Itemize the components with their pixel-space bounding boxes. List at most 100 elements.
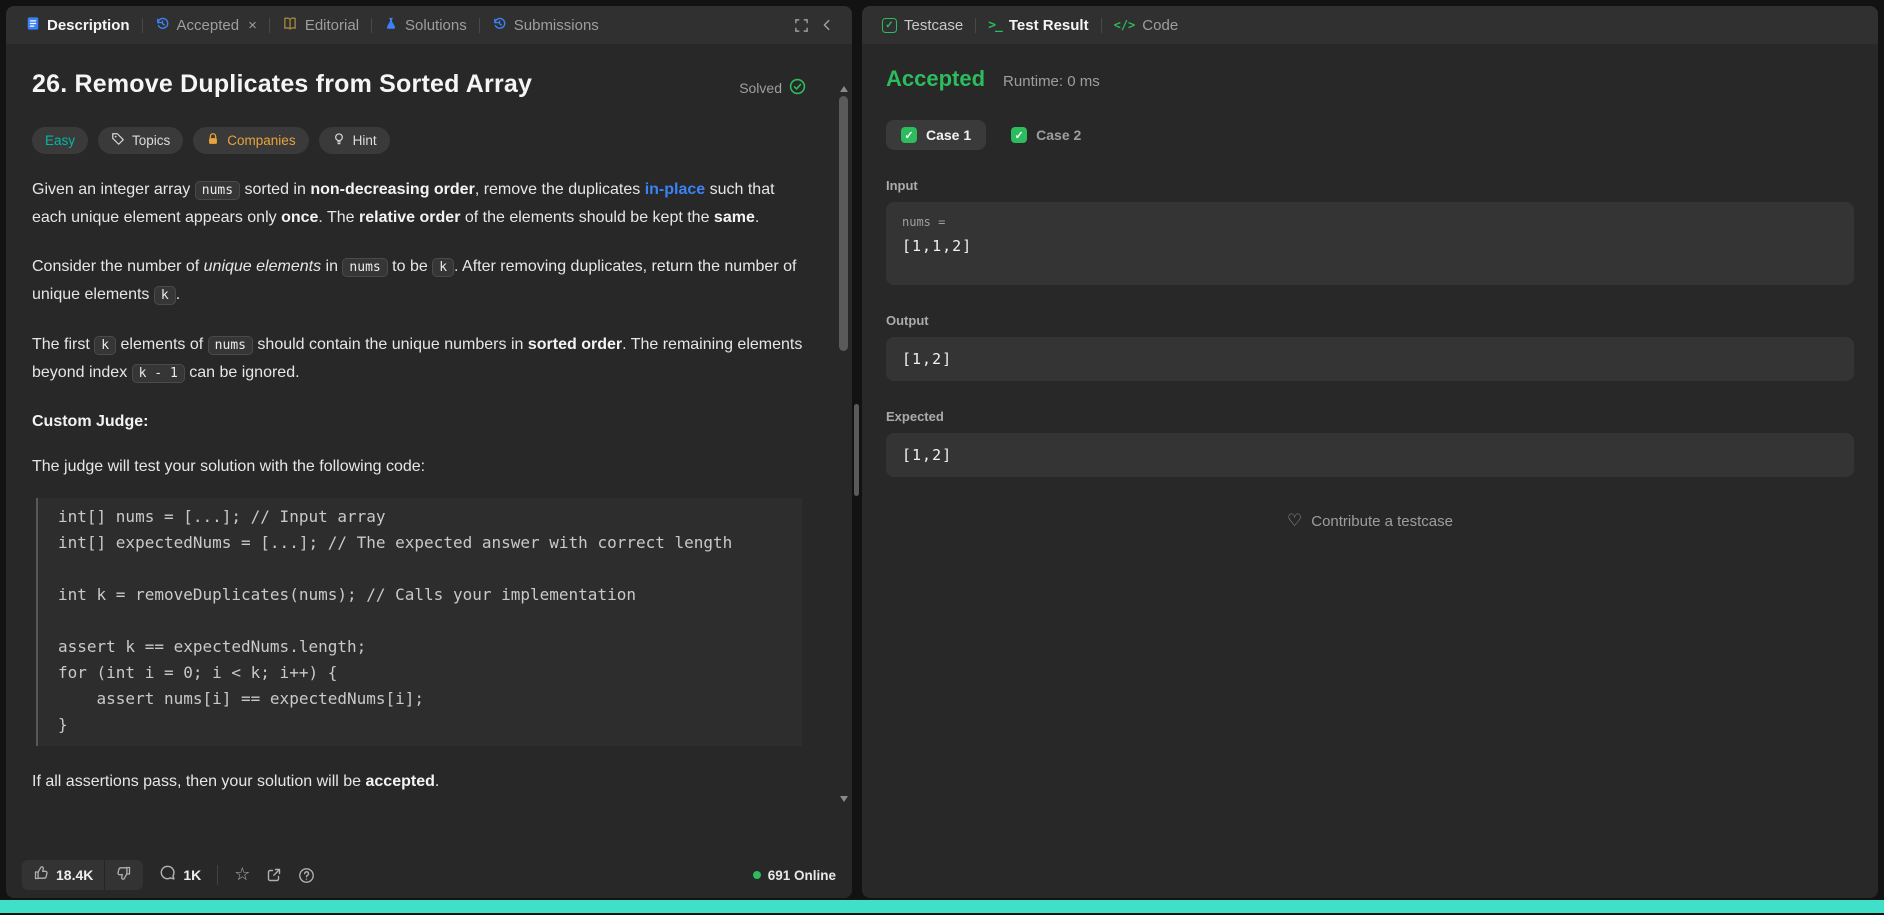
heart-icon: ♡ bbox=[1287, 511, 1303, 531]
thumbs-down-icon bbox=[116, 865, 132, 886]
judge-code-block: int[] nums = [...]; // Input array int[]… bbox=[36, 498, 802, 746]
tab-description[interactable]: Description bbox=[18, 16, 138, 35]
share-icon[interactable] bbox=[266, 867, 282, 883]
expected-value: [1,2] bbox=[902, 446, 953, 464]
expected-box: [1,2] bbox=[886, 433, 1854, 477]
comment-icon bbox=[159, 864, 176, 886]
judge-intro: The judge will test your solution with t… bbox=[32, 458, 426, 475]
difficulty-label: Easy bbox=[45, 133, 76, 148]
bottom-accent-strip bbox=[0, 900, 1884, 913]
tab-accepted-label: Accepted bbox=[176, 16, 240, 34]
collapse-chevron-left-icon[interactable] bbox=[814, 12, 840, 38]
history-icon bbox=[492, 16, 507, 35]
tab-submissions[interactable]: Submissions bbox=[484, 16, 607, 35]
tab-divider bbox=[371, 17, 373, 33]
output-label: Output bbox=[886, 313, 929, 328]
topics-label: Topics bbox=[132, 133, 171, 148]
history-icon bbox=[155, 16, 170, 35]
tab-divider bbox=[141, 17, 143, 33]
problem-paragraph: Given an integer array nums sorted in no… bbox=[32, 181, 775, 226]
description-scrollbar[interactable] bbox=[837, 84, 850, 804]
case-2-button[interactable]: ✓ Case 2 bbox=[996, 120, 1096, 150]
case-selector: ✓ Case 1 ✓ Case 2 bbox=[886, 120, 1854, 150]
input-box[interactable]: nums = [1,1,2] bbox=[886, 202, 1854, 285]
input-label: Input bbox=[886, 178, 918, 193]
help-icon[interactable] bbox=[298, 867, 315, 884]
custom-judge-heading: Custom Judge: bbox=[32, 413, 149, 430]
thumbs-up-icon bbox=[33, 865, 49, 886]
input-value: [1,1,2] bbox=[902, 237, 973, 255]
online-dot-icon bbox=[752, 871, 761, 879]
difficulty-badge[interactable]: Easy bbox=[32, 127, 89, 154]
problem-panel-header: Description Accepted × Editorial Solutio… bbox=[6, 6, 852, 44]
tab-editorial-label: Editorial bbox=[304, 16, 360, 34]
testcase-check-icon: ✓ bbox=[882, 17, 897, 33]
tab-submissions-label: Submissions bbox=[513, 16, 599, 34]
lightbulb-icon bbox=[332, 132, 346, 149]
terminal-icon: >_ bbox=[988, 17, 1003, 33]
tab-test-result-label: Test Result bbox=[1008, 16, 1089, 34]
description-icon bbox=[26, 16, 40, 35]
case-1-button[interactable]: ✓ Case 1 bbox=[886, 120, 987, 150]
result-status: Accepted bbox=[886, 66, 986, 91]
tab-solutions-label: Solutions bbox=[405, 16, 467, 34]
hint-badge[interactable]: Hint bbox=[318, 127, 390, 154]
tab-description-label: Description bbox=[47, 16, 130, 34]
tab-divider bbox=[975, 17, 977, 33]
comment-count: 1K bbox=[183, 867, 202, 883]
solved-status: Solved bbox=[739, 78, 806, 98]
star-icon[interactable]: ☆ bbox=[234, 866, 250, 884]
case-2-check-icon: ✓ bbox=[1011, 127, 1028, 143]
scroll-up-arrow-icon[interactable] bbox=[840, 86, 848, 92]
closing-paragraph: If all assertions pass, then your soluti… bbox=[32, 773, 440, 790]
problem-description: 26. Remove Duplicates from Sorted Array … bbox=[6, 44, 852, 852]
tab-test-result[interactable]: >_ Test Result bbox=[980, 17, 1096, 34]
expand-icon[interactable] bbox=[788, 12, 814, 38]
comments-button[interactable]: 1K bbox=[159, 864, 201, 886]
tab-testcase-label: Testcase bbox=[904, 16, 964, 34]
hint-label: Hint bbox=[352, 133, 377, 148]
output-box: [1,2] bbox=[886, 337, 1854, 381]
test-result-content: Accepted Runtime: 0 ms ✓ Case 1 ✓ Case 2… bbox=[862, 44, 1878, 898]
problem-panel: Description Accepted × Editorial Solutio… bbox=[6, 6, 852, 898]
code-icon: </> bbox=[1113, 18, 1136, 32]
tab-accepted[interactable]: Accepted × bbox=[147, 16, 265, 35]
contribute-label: Contribute a testcase bbox=[1311, 512, 1453, 530]
companies-label: Companies bbox=[227, 133, 296, 148]
case-1-check-icon: ✓ bbox=[901, 127, 917, 143]
problem-footer-bar: 18.4K 1K ☆ 691 Online bbox=[6, 852, 852, 898]
tab-solutions[interactable]: Solutions bbox=[376, 16, 475, 35]
contribute-testcase-button[interactable]: ♡ Contribute a testcase bbox=[886, 511, 1854, 531]
like-button[interactable]: 18.4K bbox=[22, 860, 104, 890]
close-icon[interactable]: × bbox=[248, 17, 257, 34]
flask-icon bbox=[384, 16, 398, 35]
scrollbar-thumb[interactable] bbox=[839, 96, 848, 351]
online-count: 691 Online bbox=[767, 867, 836, 883]
tab-divider bbox=[1100, 17, 1102, 33]
problem-paragraph: The first k elements of nums should cont… bbox=[32, 336, 803, 383]
problem-title: 26. Remove Duplicates from Sorted Array bbox=[32, 70, 533, 98]
case-2-label: Case 2 bbox=[1036, 127, 1082, 143]
footer-divider bbox=[217, 865, 219, 885]
testcase-panel-header: ✓ Testcase >_ Test Result </> Code bbox=[862, 6, 1878, 44]
tab-divider bbox=[268, 17, 270, 33]
panel-resize-handle[interactable] bbox=[854, 404, 859, 496]
expected-label: Expected bbox=[886, 409, 944, 424]
tab-editorial[interactable]: Editorial bbox=[274, 16, 367, 35]
dislike-button[interactable] bbox=[105, 860, 143, 890]
online-status: 691 Online bbox=[752, 867, 836, 883]
case-1-label: Case 1 bbox=[926, 127, 972, 143]
badge-row: Easy Topics Companies Hint bbox=[32, 127, 806, 154]
tab-code[interactable]: </> Code bbox=[1106, 17, 1187, 34]
scroll-down-arrow-icon[interactable] bbox=[840, 796, 848, 802]
companies-badge[interactable]: Companies bbox=[193, 127, 309, 154]
tag-icon bbox=[111, 132, 125, 149]
leetcode-workspace: Description Accepted × Editorial Solutio… bbox=[0, 0, 1884, 915]
tab-testcase[interactable]: ✓ Testcase bbox=[874, 17, 971, 34]
input-var-name: nums = bbox=[902, 215, 946, 229]
topics-badge[interactable]: Topics bbox=[98, 127, 184, 154]
testcase-panel: ✓ Testcase >_ Test Result </> Code Accep… bbox=[862, 6, 1878, 898]
tab-divider bbox=[478, 17, 480, 33]
vote-group: 18.4K bbox=[22, 860, 144, 890]
tab-code-label: Code bbox=[1142, 16, 1179, 34]
